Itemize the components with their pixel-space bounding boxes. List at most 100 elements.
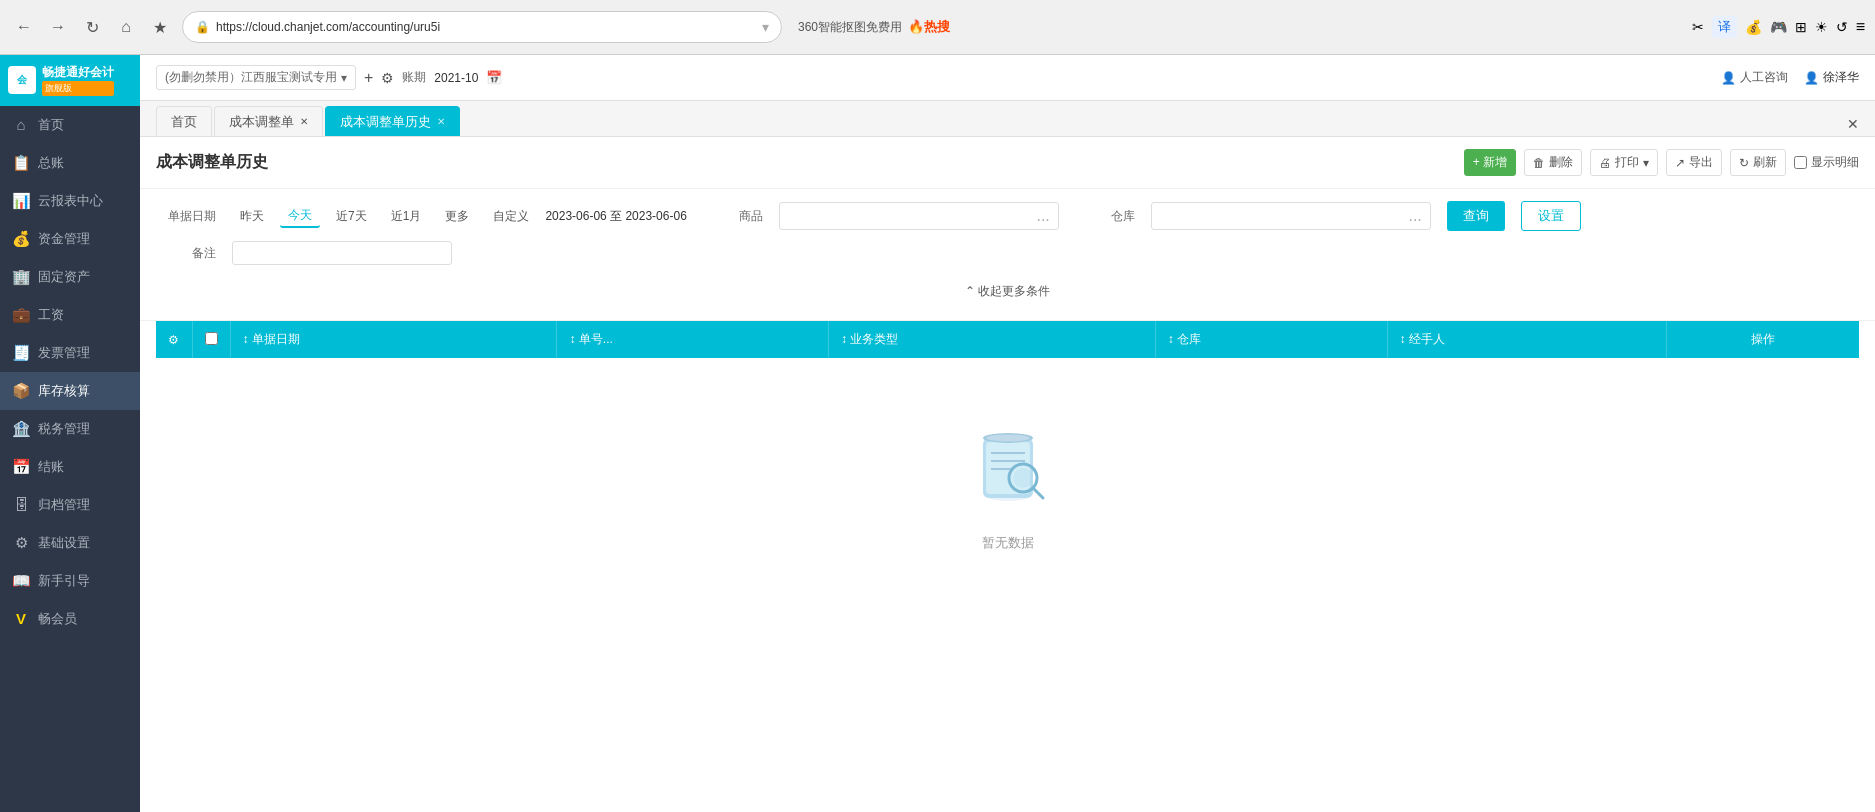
th-handler-label: ↕ 经手人 (1400, 332, 1445, 346)
th-checkbox[interactable] (192, 321, 230, 358)
user-avatar: 👤 (1804, 71, 1819, 85)
grid-icon[interactable]: ⊞ (1795, 19, 1807, 35)
goods-dots[interactable]: ... (1036, 207, 1049, 225)
company-selector[interactable]: (勿删勿禁用）江西服宝测试专用 ▾ (156, 65, 356, 90)
refresh-button[interactable]: ↻ 刷新 (1730, 149, 1786, 176)
export-button[interactable]: ↗ 导出 (1666, 149, 1722, 176)
sidebar-item-fixed-assets[interactable]: 🏢 固定资产 (0, 258, 140, 296)
more-btn[interactable]: 更多 (437, 206, 477, 227)
svg-point-10 (986, 435, 1030, 442)
th-actions: 操作 (1666, 321, 1859, 358)
user-menu[interactable]: 👤 徐泽华 (1804, 69, 1859, 86)
tab-cost-adjust[interactable]: 成本调整单 ✕ (214, 106, 323, 136)
sidebar-item-label: 基础设置 (38, 534, 90, 552)
sidebar-logo[interactable]: 会 畅捷通好会计 旗舰版 (0, 55, 140, 106)
th-handler[interactable]: ↕ 经手人 (1387, 321, 1666, 358)
ledger-icon: 📋 (12, 154, 30, 172)
new-button[interactable]: + 新增 (1464, 149, 1516, 176)
sidebar: 会 畅捷通好会计 旗舰版 ⌂ 首页 📋 总账 📊 云报表中心 💰 资金管理 🏢 … (0, 55, 140, 812)
sidebar-item-home[interactable]: ⌂ 首页 (0, 106, 140, 144)
last7days-btn[interactable]: 近7天 (328, 206, 375, 227)
tab-home[interactable]: 首页 (156, 106, 212, 136)
show-detail-input[interactable] (1794, 156, 1807, 169)
refresh-label: 刷新 (1753, 154, 1777, 171)
settings-icon-topbar[interactable]: ⚙ (381, 70, 394, 86)
top-bar-left: (勿删勿禁用）江西服宝测试专用 ▾ + ⚙ 账期 2021-10 📅 (156, 65, 1705, 90)
close-all-btn[interactable]: ✕ (1847, 116, 1859, 136)
translate-btn[interactable]: 译 (1712, 16, 1737, 38)
note-input[interactable] (232, 241, 452, 265)
custom-btn[interactable]: 自定义 (485, 206, 537, 227)
print-dropdown-icon: ▾ (1643, 156, 1649, 170)
sidebar-item-tax[interactable]: 🏦 税务管理 (0, 410, 140, 448)
today-btn[interactable]: 今天 (280, 205, 320, 228)
sidebar-item-invoice[interactable]: 🧾 发票管理 (0, 334, 140, 372)
table-container: ⚙ ↕ 单据日期 ↕ 单号... ↕ 业务类型 (140, 321, 1875, 628)
brightness-icon[interactable]: ☀ (1815, 19, 1828, 35)
add-company-btn[interactable]: + (364, 69, 373, 87)
address-dropdown-icon[interactable]: ▾ (762, 19, 769, 35)
consult-label: 人工咨询 (1740, 69, 1788, 86)
archive-icon: 🗄 (12, 496, 30, 513)
star-button[interactable]: ★ (146, 13, 174, 41)
search-tool: 360智能抠图免费用 (798, 19, 902, 36)
query-button[interactable]: 查询 (1447, 201, 1505, 231)
th-biz-type[interactable]: ↕ 业务类型 (828, 321, 1155, 358)
sidebar-item-ledger[interactable]: 📋 总账 (0, 144, 140, 182)
settings-button[interactable]: 设置 (1521, 201, 1581, 231)
th-date[interactable]: ↕ 单据日期 (230, 321, 557, 358)
sidebar-item-settings[interactable]: ⚙ 基础设置 (0, 524, 140, 562)
back-button[interactable]: ← (10, 13, 38, 41)
svg-point-7 (1013, 468, 1033, 488)
consult-icon: 👤 (1721, 71, 1736, 85)
print-button[interactable]: 🖨 打印 ▾ (1590, 149, 1658, 176)
address-bar[interactable]: 🔒 https://cloud.chanjet.com/accounting/u… (182, 11, 782, 43)
th-warehouse[interactable]: ↕ 仓库 (1155, 321, 1387, 358)
game-icon[interactable]: 🎮 (1770, 19, 1787, 35)
collapse-btn[interactable]: ⌃ 收起更多条件 (965, 283, 1050, 300)
browser-right-tools: ✂ 译 💰 🎮 ⊞ ☀ ↺ ≡ (1692, 16, 1865, 38)
home-button[interactable]: ⌂ (112, 13, 140, 41)
sidebar-item-archive[interactable]: 🗄 归档管理 (0, 486, 140, 524)
guide-icon: 📖 (12, 572, 30, 590)
sidebar-item-payroll[interactable]: 💼 工资 (0, 296, 140, 334)
tab-cost-adjust-history[interactable]: 成本调整单历史 ✕ (325, 106, 460, 136)
delete-label: 删除 (1549, 154, 1573, 171)
menu-icon[interactable]: ≡ (1856, 18, 1865, 36)
inventory-icon: 📦 (12, 382, 30, 400)
refresh-button[interactable]: ↻ (78, 13, 106, 41)
undo-icon[interactable]: ↺ (1836, 19, 1848, 35)
calendar-icon[interactable]: 📅 (486, 70, 502, 85)
sidebar-item-funds[interactable]: 💰 资金管理 (0, 220, 140, 258)
last1month-btn[interactable]: 近1月 (383, 206, 430, 227)
sidebar-item-reports[interactable]: 📊 云报表中心 (0, 182, 140, 220)
consult-btn[interactable]: 👤 人工咨询 (1721, 69, 1788, 86)
sidebar-item-label: 畅会员 (38, 610, 77, 628)
th-number[interactable]: ↕ 单号... (557, 321, 828, 358)
sidebar-item-label: 云报表中心 (38, 192, 103, 210)
tab-close-cost-adjust[interactable]: ✕ (300, 116, 308, 127)
empty-state: 暂无数据 (156, 358, 1859, 612)
goods-selector[interactable]: ... (779, 202, 1059, 230)
yesterday-btn[interactable]: 昨天 (232, 206, 272, 227)
tab-close-history[interactable]: ✕ (437, 116, 445, 127)
browser-extras: 360智能抠图免费用 🔥热搜 (798, 18, 950, 36)
delete-button[interactable]: 🗑 删除 (1524, 149, 1582, 176)
scissors-icon[interactable]: ✂ (1692, 19, 1704, 35)
top-bar: (勿删勿禁用）江西服宝测试专用 ▾ + ⚙ 账期 2021-10 📅 👤 人工咨… (140, 55, 1875, 101)
tabs-bar: 首页 成本调整单 ✕ 成本调整单历史 ✕ ✕ (140, 101, 1875, 137)
th-gear[interactable]: ⚙ (156, 321, 192, 358)
select-all-checkbox[interactable] (205, 332, 218, 345)
sidebar-item-guide[interactable]: 📖 新手引导 (0, 562, 140, 600)
hot-search-label[interactable]: 🔥热搜 (908, 18, 950, 36)
show-detail-checkbox[interactable]: 显示明细 (1794, 154, 1859, 171)
address-text: https://cloud.chanjet.com/accounting/uru… (216, 20, 440, 34)
warehouse-dots[interactable]: ... (1408, 207, 1421, 225)
logo-badge: 旗舰版 (42, 81, 114, 96)
sidebar-item-vip[interactable]: V 畅会员 (0, 600, 140, 638)
forward-button[interactable]: → (44, 13, 72, 41)
sidebar-item-inventory[interactable]: 📦 库存核算 (0, 372, 140, 410)
warehouse-selector[interactable]: ... (1151, 202, 1431, 230)
wallet-icon[interactable]: 💰 (1745, 19, 1762, 35)
sidebar-item-period-end[interactable]: 📅 结账 (0, 448, 140, 486)
